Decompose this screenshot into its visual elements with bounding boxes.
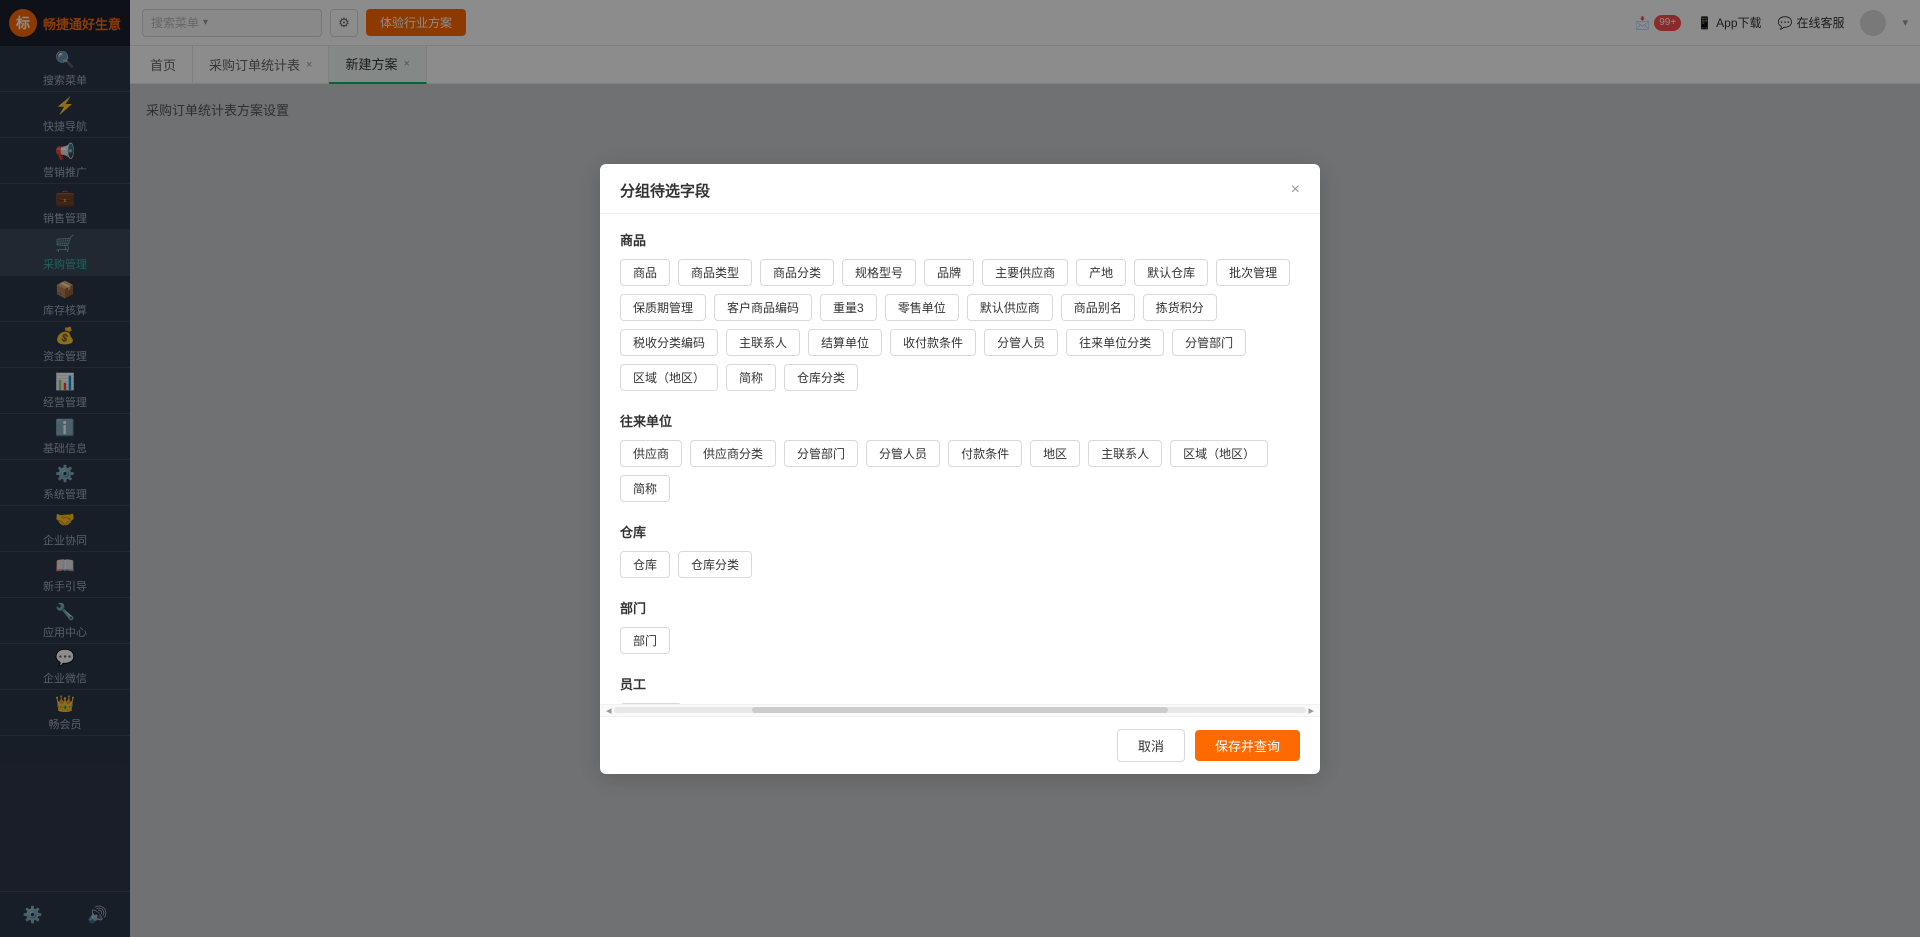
field-tags-3: 部门 [620, 627, 1300, 654]
field-section-2: 仓库仓库仓库分类 [620, 522, 1300, 578]
section-title-2: 仓库 [620, 522, 1300, 541]
field-section-0: 商品商品商品类型商品分类规格型号品牌主要供应商产地默认仓库批次管理保质期管理客户… [620, 230, 1300, 391]
field-tag-1-7[interactable]: 区域（地区） [1170, 440, 1268, 467]
modal-hscroll[interactable]: ◂ ▸ [600, 704, 1320, 716]
modal-header: 分组待选字段 × [600, 164, 1320, 214]
field-tag-0-16[interactable]: 税收分类编码 [620, 329, 718, 356]
field-tag-0-3[interactable]: 规格型号 [842, 259, 916, 286]
field-tag-3-0[interactable]: 部门 [620, 627, 670, 654]
field-tag-0-23[interactable]: 区域（地区） [620, 364, 718, 391]
section-title-4: 员工 [620, 674, 1300, 693]
hscroll-thumb [752, 707, 1168, 713]
cancel-button[interactable]: 取消 [1117, 729, 1185, 762]
field-tag-0-13[interactable]: 默认供应商 [967, 294, 1053, 321]
modal-overlay: 分组待选字段 × 商品商品商品类型商品分类规格型号品牌主要供应商产地默认仓库批次… [0, 0, 1920, 937]
hscroll-track [614, 707, 1307, 713]
field-tags-1: 供应商供应商分类分管部门分管人员付款条件地区主联系人区域（地区） 简称 [620, 440, 1300, 502]
field-tag-0-25[interactable]: 仓库分类 [784, 364, 858, 391]
field-section-3: 部门部门 [620, 598, 1300, 654]
field-tag-1-0[interactable]: 供应商 [620, 440, 682, 467]
field-tag-1-5[interactable]: 地区 [1030, 440, 1080, 467]
modal-close-button[interactable]: × [1291, 182, 1300, 198]
field-tag-0-1[interactable]: 商品类型 [678, 259, 752, 286]
field-tag-1-4[interactable]: 付款条件 [948, 440, 1022, 467]
field-tag-0-2[interactable]: 商品分类 [760, 259, 834, 286]
field-tag-0-15[interactable]: 拣货积分 [1143, 294, 1217, 321]
section-title-3: 部门 [620, 598, 1300, 617]
field-tag-0-22[interactable]: 分管部门 [1172, 329, 1246, 356]
field-tags-0: 商品商品类型商品分类规格型号品牌主要供应商产地默认仓库批次管理保质期管理客户商品… [620, 259, 1300, 391]
modal-body: 商品商品商品类型商品分类规格型号品牌主要供应商产地默认仓库批次管理保质期管理客户… [600, 214, 1320, 704]
field-tag-0-10[interactable]: 客户商品编码 [714, 294, 812, 321]
field-tag-0-6[interactable]: 产地 [1076, 259, 1126, 286]
field-tag-1-1[interactable]: 供应商分类 [690, 440, 776, 467]
field-tag-0-19[interactable]: 收付款条件 [890, 329, 976, 356]
modal-footer: 取消 保存并查询 [600, 716, 1320, 774]
field-tag-0-5[interactable]: 主要供应商 [982, 259, 1068, 286]
field-tag-0-20[interactable]: 分管人员 [984, 329, 1058, 356]
field-tag-0-18[interactable]: 结算单位 [808, 329, 882, 356]
field-tag-0-9[interactable]: 保质期管理 [620, 294, 706, 321]
field-tag-0-17[interactable]: 主联系人 [726, 329, 800, 356]
field-tag-0-0[interactable]: 商品 [620, 259, 670, 286]
modal-title: 分组待选字段 [620, 180, 710, 201]
section-title-1: 往来单位 [620, 411, 1300, 430]
modal: 分组待选字段 × 商品商品商品类型商品分类规格型号品牌主要供应商产地默认仓库批次… [600, 164, 1320, 774]
field-tags-2: 仓库仓库分类 [620, 551, 1300, 578]
field-tag-1-2[interactable]: 分管部门 [784, 440, 858, 467]
field-tag-0-24[interactable]: 简称 [726, 364, 776, 391]
confirm-button[interactable]: 保存并查询 [1195, 730, 1300, 761]
field-tag-0-4[interactable]: 品牌 [924, 259, 974, 286]
field-tag-0-7[interactable]: 默认仓库 [1134, 259, 1208, 286]
field-tag-1-8[interactable]: 简称 [620, 475, 670, 502]
field-tag-0-11[interactable]: 重量3 [820, 294, 877, 321]
field-tag-0-21[interactable]: 往来单位分类 [1066, 329, 1164, 356]
field-tag-1-3[interactable]: 分管人员 [866, 440, 940, 467]
field-tag-0-14[interactable]: 商品别名 [1061, 294, 1135, 321]
field-tag-2-1[interactable]: 仓库分类 [678, 551, 752, 578]
field-section-1: 往来单位供应商供应商分类分管部门分管人员付款条件地区主联系人区域（地区） 简称 [620, 411, 1300, 502]
section-title-0: 商品 [620, 230, 1300, 249]
field-tag-2-0[interactable]: 仓库 [620, 551, 670, 578]
field-tag-1-6[interactable]: 主联系人 [1088, 440, 1162, 467]
field-section-4: 员工业务员 [620, 674, 1300, 704]
field-tag-0-12[interactable]: 零售单位 [885, 294, 959, 321]
field-tag-0-8[interactable]: 批次管理 [1216, 259, 1290, 286]
